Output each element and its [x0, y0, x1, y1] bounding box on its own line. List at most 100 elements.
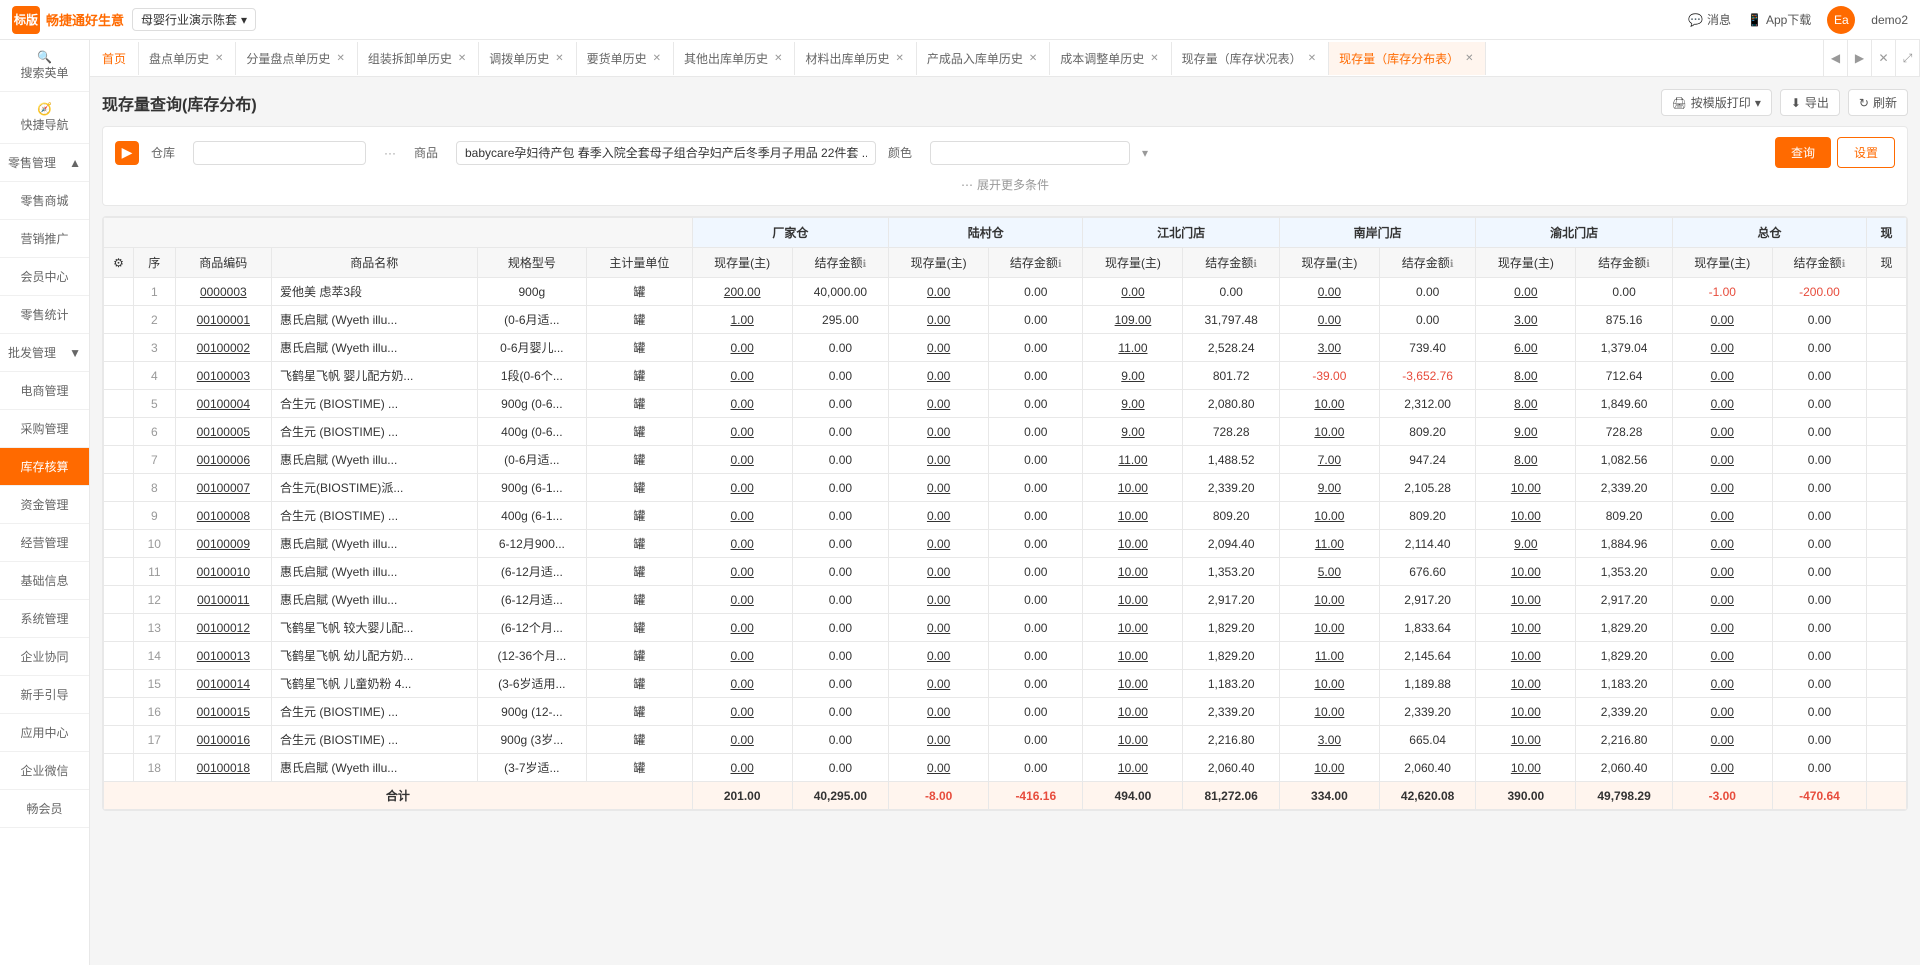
cell-lu-stock[interactable]: 0.00	[889, 530, 989, 558]
cell-nanan-stock[interactable]: 0.00	[1279, 306, 1379, 334]
cell-total-stock[interactable]: 0.00	[1672, 698, 1772, 726]
query-btn[interactable]: 查询	[1775, 137, 1831, 168]
cell-total-stock[interactable]: 0.00	[1672, 726, 1772, 754]
cell-lu-stock[interactable]: 0.00	[889, 362, 989, 390]
sidebar-item-wholesale[interactable]: 批发管理 ▼	[0, 334, 89, 372]
sidebar-item-retail-mgmt[interactable]: 零售管理 ▲	[0, 144, 89, 182]
setting-btn[interactable]: 设置	[1837, 137, 1895, 168]
industry-selector[interactable]: 母婴行业演示陈套 ▾	[132, 8, 256, 31]
message-btn[interactable]: 💬 消息	[1688, 11, 1731, 28]
cell-code[interactable]: 00100012	[175, 614, 271, 642]
sidebar-item-corp[interactable]: 企业协同	[0, 638, 89, 676]
sidebar-item-member[interactable]: 会员中心	[0, 258, 89, 296]
cell-total-stock[interactable]: 0.00	[1672, 362, 1772, 390]
cell-lu-stock[interactable]: 0.00	[889, 642, 989, 670]
cell-factory-stock[interactable]: 0.00	[692, 474, 792, 502]
export-btn[interactable]: ⬇ 导出	[1780, 89, 1840, 116]
cell-total-stock[interactable]: 0.00	[1672, 614, 1772, 642]
cell-factory-stock[interactable]: 1.00	[692, 306, 792, 334]
tab-close-other-out[interactable]: ✕	[772, 53, 784, 64]
cell-code[interactable]: 00100013	[175, 642, 271, 670]
tab-count-dist[interactable]: 分量盘点单历史 ✕	[236, 42, 357, 75]
cell-code[interactable]: 00100008	[175, 502, 271, 530]
sidebar-item-retail-stat[interactable]: 零售统计	[0, 296, 89, 334]
cell-jiangbei-stock[interactable]: 9.00	[1083, 362, 1183, 390]
tab-prev-btn[interactable]: ◀	[1824, 40, 1848, 76]
cell-yubei-stock[interactable]: 9.00	[1476, 418, 1576, 446]
cell-lu-stock[interactable]: 0.00	[889, 614, 989, 642]
tab-close-kit[interactable]: ✕	[456, 53, 468, 64]
tab-next-btn[interactable]: ▶	[1848, 40, 1872, 76]
sidebar-item-inventory[interactable]: 库存核算	[0, 448, 89, 486]
cell-lu-stock[interactable]: 0.00	[889, 474, 989, 502]
cell-lu-stock[interactable]: 0.00	[889, 558, 989, 586]
cell-total-stock[interactable]: 0.00	[1672, 670, 1772, 698]
warehouse-more-btn[interactable]: ···	[378, 142, 402, 164]
cell-lu-stock[interactable]: 0.00	[889, 726, 989, 754]
cell-factory-stock[interactable]: 0.00	[692, 754, 792, 782]
cell-jiangbei-stock[interactable]: 10.00	[1083, 586, 1183, 614]
sidebar-item-appcenter[interactable]: 应用中心	[0, 714, 89, 752]
sidebar-item-wechat[interactable]: 企业微信	[0, 752, 89, 790]
warehouse-input[interactable]	[193, 141, 366, 165]
cell-lu-stock[interactable]: 0.00	[889, 390, 989, 418]
cell-total-stock[interactable]: 0.00	[1672, 474, 1772, 502]
cell-total-stock[interactable]: 0.00	[1672, 306, 1772, 334]
cell-yubei-stock[interactable]: 8.00	[1476, 446, 1576, 474]
sidebar-item-marketing[interactable]: 营销推广	[0, 220, 89, 258]
cell-total-stock[interactable]: 0.00	[1672, 642, 1772, 670]
tab-close-finished-in[interactable]: ✕	[1027, 53, 1039, 64]
tab-expand-btn[interactable]: ⤢	[1896, 40, 1920, 76]
cell-nanan-stock[interactable]: 10.00	[1279, 754, 1379, 782]
cell-jiangbei-stock[interactable]: 0.00	[1083, 278, 1183, 306]
tab-inventory-status[interactable]: 现存量（库存状况表） ✕	[1172, 42, 1329, 75]
print-btn[interactable]: 🖨 按模版打印 ▾	[1661, 89, 1772, 116]
cell-total-stock[interactable]: 0.00	[1672, 418, 1772, 446]
sidebar-item-retail-shop[interactable]: 零售商城	[0, 182, 89, 220]
cell-code[interactable]: 00100005	[175, 418, 271, 446]
cell-jiangbei-stock[interactable]: 10.00	[1083, 530, 1183, 558]
cell-jiangbei-stock[interactable]: 10.00	[1083, 642, 1183, 670]
cell-nanan-stock[interactable]: 5.00	[1279, 558, 1379, 586]
sidebar-item-base[interactable]: 基础信息	[0, 562, 89, 600]
cell-yubei-stock[interactable]: 10.00	[1476, 670, 1576, 698]
cell-factory-stock[interactable]: 0.00	[692, 362, 792, 390]
sidebar-item-system[interactable]: 系统管理	[0, 600, 89, 638]
tab-cost-adjust[interactable]: 成本调整单历史 ✕	[1050, 42, 1171, 75]
cell-nanan-stock[interactable]: 10.00	[1279, 390, 1379, 418]
cell-factory-stock[interactable]: 0.00	[692, 670, 792, 698]
cell-factory-stock[interactable]: 0.00	[692, 502, 792, 530]
cell-nanan-stock[interactable]: 10.00	[1279, 698, 1379, 726]
tab-finished-in[interactable]: 产成品入库单历史 ✕	[917, 42, 1050, 75]
cell-factory-stock[interactable]: 0.00	[692, 390, 792, 418]
cell-code[interactable]: 00100010	[175, 558, 271, 586]
expand-conditions-btn[interactable]: ⋯ 展开更多条件	[953, 174, 1057, 195]
tab-home[interactable]: 首页	[90, 42, 139, 75]
cell-jiangbei-stock[interactable]: 10.00	[1083, 726, 1183, 754]
tab-inventory-dist[interactable]: 现存量（库存分布表） ✕	[1329, 42, 1486, 75]
cell-yubei-stock[interactable]: 10.00	[1476, 558, 1576, 586]
filter-toggle-btn[interactable]: ▶	[115, 141, 139, 165]
tab-close-inventory-dist[interactable]: ✕	[1463, 53, 1475, 64]
cell-nanan-stock[interactable]: 10.00	[1279, 670, 1379, 698]
tab-count-history[interactable]: 盘点单历史 ✕	[139, 42, 236, 75]
cell-nanan-stock[interactable]: 10.00	[1279, 502, 1379, 530]
cell-nanan-stock[interactable]: 10.00	[1279, 614, 1379, 642]
cell-total-stock[interactable]: 0.00	[1672, 530, 1772, 558]
cell-code[interactable]: 00100016	[175, 726, 271, 754]
cell-nanan-stock[interactable]: 0.00	[1279, 278, 1379, 306]
cell-code[interactable]: 00100002	[175, 334, 271, 362]
tab-transfer[interactable]: 调拨单历史 ✕	[479, 42, 576, 75]
cell-factory-stock[interactable]: 0.00	[692, 586, 792, 614]
cell-factory-stock[interactable]: 0.00	[692, 446, 792, 474]
cell-jiangbei-stock[interactable]: 10.00	[1083, 614, 1183, 642]
cell-total-stock[interactable]: 0.00	[1672, 754, 1772, 782]
cell-yubei-stock[interactable]: 10.00	[1476, 614, 1576, 642]
cell-nanan-stock[interactable]: 10.00	[1279, 418, 1379, 446]
tab-order-pick[interactable]: 要货单历史 ✕	[577, 42, 674, 75]
cell-factory-stock[interactable]: 0.00	[692, 530, 792, 558]
cell-jiangbei-stock[interactable]: 10.00	[1083, 754, 1183, 782]
cell-yubei-stock[interactable]: 10.00	[1476, 502, 1576, 530]
cell-yubei-stock[interactable]: 10.00	[1476, 726, 1576, 754]
cell-total-stock[interactable]: 0.00	[1672, 446, 1772, 474]
